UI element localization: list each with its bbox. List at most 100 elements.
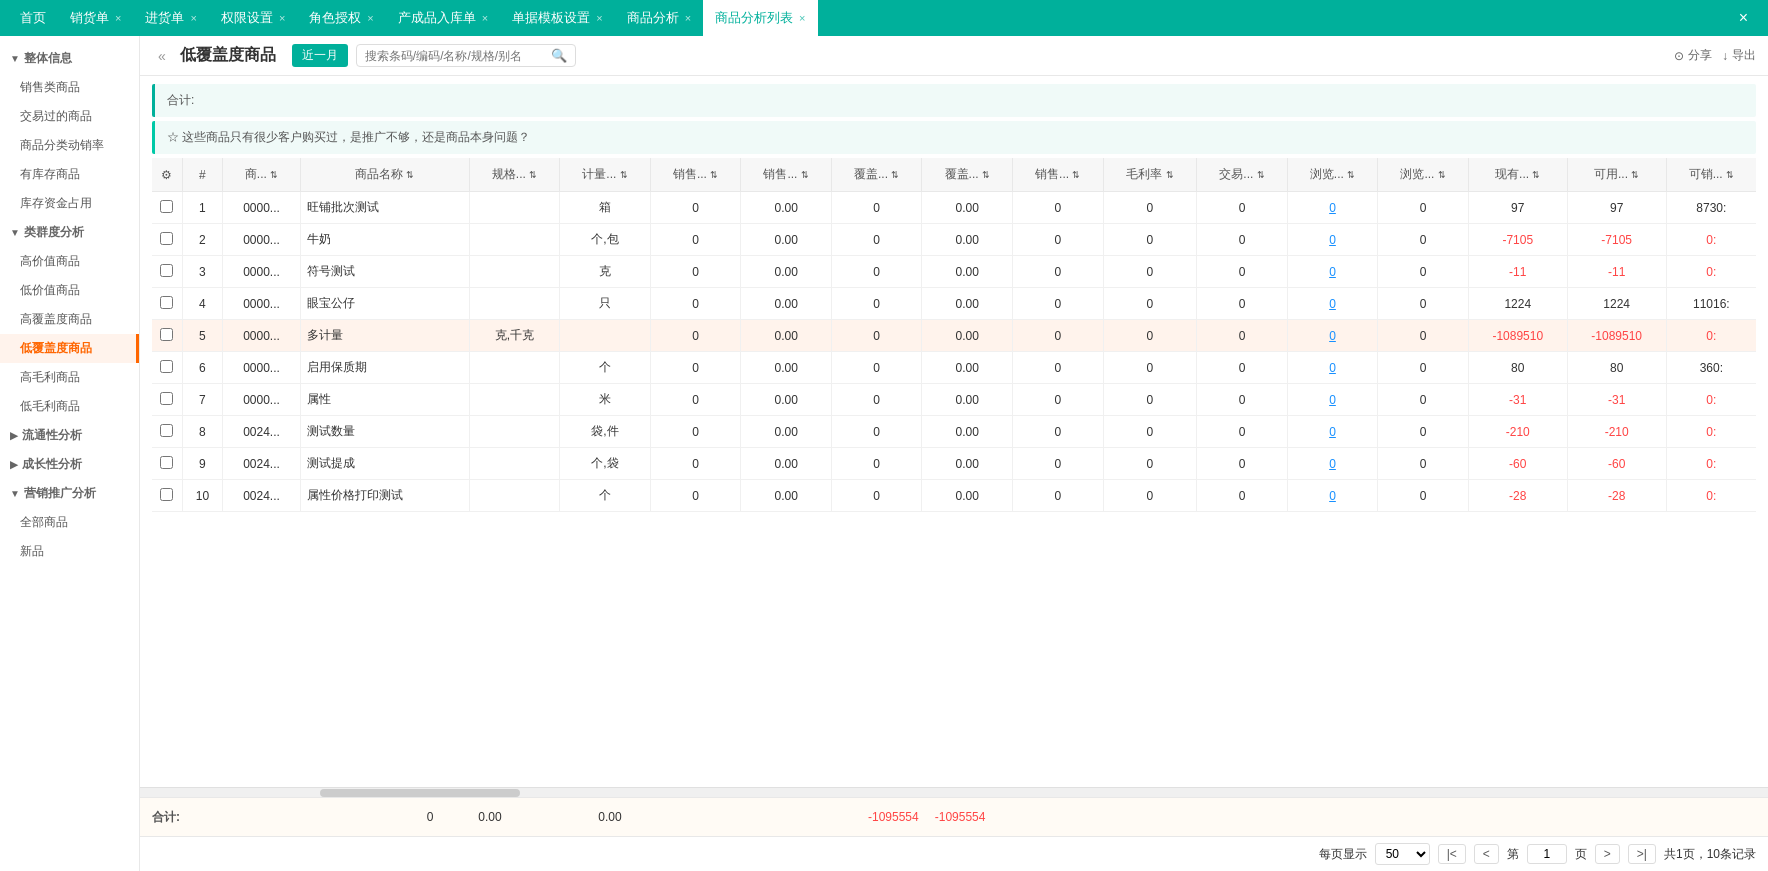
sidebar-item-high-value[interactable]: 高价值商品 [0,247,139,276]
nav-close-icon[interactable]: × [482,12,488,24]
data-table: ⚙ # 商... ⇅ 商品名称 ⇅ 规格... ⇅ 计量... ⇅ 销售... … [152,158,1756,512]
share-button[interactable]: ⊙ 分享 [1674,47,1712,64]
row-stock2: 97 [1567,192,1666,224]
row-code: 0024... [223,416,300,448]
sidebar-item-sales-products[interactable]: 销售类商品 [0,73,139,102]
row-checkbox[interactable] [160,296,173,309]
row-coverage1: 0 [831,288,922,320]
nav-close-icon[interactable]: × [115,12,121,24]
column-gross-rate[interactable]: 毛利率 ⇅ [1103,158,1197,192]
sidebar-section-growth[interactable]: ▶ 成长性分析 [0,450,139,479]
row-checkbox[interactable] [160,392,173,405]
row-code: 0024... [223,448,300,480]
sidebar-section-overall[interactable]: ▼ 整体信息 [0,44,139,73]
collapse-sidebar-button[interactable]: « [152,46,172,66]
row-checkbox[interactable] [160,424,173,437]
column-code[interactable]: 商... ⇅ [223,158,300,192]
page-last-button[interactable]: >| [1628,844,1656,864]
export-button[interactable]: ↓ 导出 [1722,47,1756,64]
nav-close-icon[interactable]: × [279,12,285,24]
row-spec [469,352,560,384]
sidebar-item-low-margin[interactable]: 低毛利商品 [0,392,139,421]
column-sales3[interactable]: 销售... ⇅ [1013,158,1104,192]
footer-stock1: -1095554 [860,806,927,828]
row-name: 眼宝公仔 [300,288,469,320]
sidebar-section-marketing[interactable]: ▼ 营销推广分析 [0,479,139,508]
column-settings-icon[interactable]: ⚙ [152,158,182,192]
nav-close-icon[interactable]: × [799,12,805,24]
nav-close-icon[interactable]: × [596,12,602,24]
column-browse2[interactable]: 浏览... ⇅ [1378,158,1469,192]
nav-home[interactable]: 首页 [8,0,58,36]
column-spec[interactable]: 规格... ⇅ [469,158,560,192]
sidebar-item-low-value[interactable]: 低价值商品 [0,276,139,305]
nav-purchase-order[interactable]: 进货单 × [133,0,208,36]
row-stock2: 1224 [1567,288,1666,320]
nav-permissions[interactable]: 权限设置 × [209,0,297,36]
nav-template-settings[interactable]: 单据模板设置 × [500,0,614,36]
row-checkbox[interactable] [160,264,173,277]
sidebar-item-low-coverage[interactable]: 低覆盖度商品 [0,334,139,363]
arrow-right-icon: ▶ [10,459,18,470]
row-stock1: -210 [1468,416,1567,448]
row-unit: 只 [560,288,651,320]
page-prev-button[interactable]: < [1474,844,1499,864]
column-stock2[interactable]: 可用... ⇅ [1567,158,1666,192]
row-number: 2 [182,224,223,256]
row-browse2: 0 [1378,416,1469,448]
row-checkbox[interactable] [160,456,173,469]
page-input[interactable] [1527,844,1567,864]
column-browse1[interactable]: 浏览... ⇅ [1287,158,1378,192]
horizontal-scrollbar[interactable] [140,787,1768,797]
row-unit: 个,袋 [560,448,651,480]
page-first-button[interactable]: |< [1438,844,1466,864]
scrollbar-thumb[interactable] [320,789,520,797]
arrow-down-icon: ▼ [10,488,20,499]
nav-sales-order[interactable]: 销货单 × [58,0,133,36]
sidebar-item-traded-products[interactable]: 交易过的商品 [0,102,139,131]
column-coverage2[interactable]: 覆盖... ⇅ [922,158,1013,192]
sidebar-item-category-rate[interactable]: 商品分类动销率 [0,131,139,160]
row-stock3: 0: [1666,224,1756,256]
sidebar-item-high-coverage[interactable]: 高覆盖度商品 [0,305,139,334]
column-coverage1[interactable]: 覆盖... ⇅ [831,158,922,192]
page-size-select[interactable]: 50 100 [1375,843,1430,865]
search-input[interactable] [365,49,545,63]
nav-product-stock[interactable]: 产成品入库单 × [386,0,500,36]
column-stock3[interactable]: 可销... ⇅ [1666,158,1756,192]
sidebar-item-all-products[interactable]: 全部商品 [0,508,139,537]
page-title: 低覆盖度商品 [180,45,276,66]
nav-close-icon[interactable]: × [190,12,196,24]
sidebar-section-cluster[interactable]: ▼ 类群度分析 [0,218,139,247]
sidebar-item-inventory-capital[interactable]: 库存资金占用 [0,189,139,218]
nav-product-analysis-list[interactable]: 商品分析列表 × [703,0,817,36]
nav-close-icon[interactable]: × [685,12,691,24]
row-sales1: 0 [650,352,741,384]
table-row: 4 0000... 眼宝公仔 只 0 0.00 0 0.00 0 0 0 0 0… [152,288,1756,320]
row-checkbox-cell [152,288,182,320]
row-checkbox[interactable] [160,232,173,245]
page-next-button[interactable]: > [1595,844,1620,864]
column-trade[interactable]: 交易... ⇅ [1197,158,1288,192]
sidebar-item-stocked-products[interactable]: 有库存商品 [0,160,139,189]
table-row: 7 0000... 属性 米 0 0.00 0 0.00 0 0 0 0 0 -… [152,384,1756,416]
period-button[interactable]: 近一月 [292,44,348,67]
footer-total-label: 合计: [152,809,180,826]
window-close-button[interactable]: × [1727,9,1760,27]
column-stock1[interactable]: 现有... ⇅ [1468,158,1567,192]
row-checkbox[interactable] [160,200,173,213]
sidebar-item-new-products[interactable]: 新品 [0,537,139,566]
column-sales1[interactable]: 销售... ⇅ [650,158,741,192]
row-checkbox[interactable] [160,328,173,341]
nav-close-icon[interactable]: × [367,12,373,24]
nav-product-analysis[interactable]: 商品分析 × [615,0,703,36]
row-checkbox[interactable] [160,360,173,373]
column-name[interactable]: 商品名称 ⇅ [300,158,469,192]
data-table-wrapper[interactable]: ⚙ # 商... ⇅ 商品名称 ⇅ 规格... ⇅ 计量... ⇅ 销售... … [152,158,1756,787]
nav-role-auth[interactable]: 角色授权 × [297,0,385,36]
column-sales2[interactable]: 销售... ⇅ [741,158,832,192]
sidebar-section-liquidity[interactable]: ▶ 流通性分析 [0,421,139,450]
sidebar-item-high-margin[interactable]: 高毛利商品 [0,363,139,392]
column-unit[interactable]: 计量... ⇅ [560,158,651,192]
row-checkbox[interactable] [160,488,173,501]
